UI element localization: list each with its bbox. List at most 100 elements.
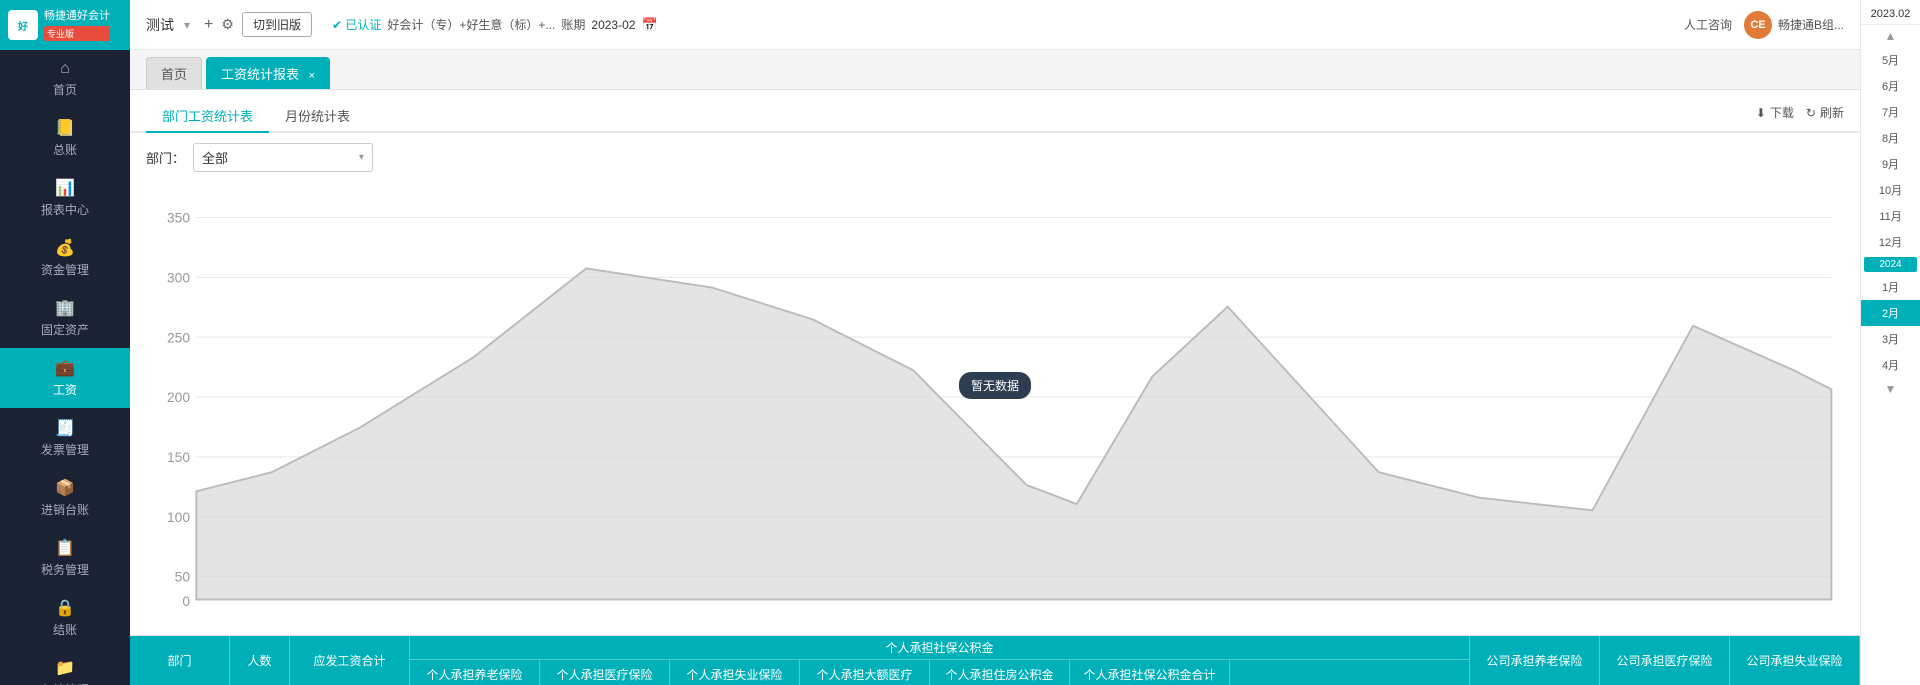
dept-filter-select[interactable]: 全部 ▾ bbox=[193, 143, 373, 172]
sub-tab-month[interactable]: 月份统计表 bbox=[269, 100, 366, 133]
settings-icon[interactable]: ⚙ bbox=[221, 16, 234, 33]
sub-tabs: 部门工资统计表 月份统计表 ⬇ 下载 ↻ 刷新 bbox=[130, 90, 1860, 133]
sidebar-item-reports[interactable]: 📊 报表中心 bbox=[0, 168, 130, 228]
date-month-9[interactable]: 9月 bbox=[1861, 151, 1920, 177]
date-down-button[interactable]: ▼ bbox=[1861, 378, 1920, 400]
th-count: 人数 bbox=[230, 636, 290, 685]
sub-tab-dept[interactable]: 部门工资统计表 bbox=[146, 100, 269, 133]
download-icon: ⬇ bbox=[1756, 106, 1766, 120]
table-header: 部门 人数 应发工资合计 个人承担社保公积金 个人承担养老保险 个人承担医疗保险 bbox=[130, 635, 1860, 685]
filter-label: 部门： bbox=[146, 148, 185, 167]
assets-icon: 🏢 bbox=[55, 298, 75, 318]
funds-icon: 💰 bbox=[55, 238, 75, 258]
sidebar-item-label: 首页 bbox=[53, 81, 77, 98]
date-month-apr[interactable]: 4月 bbox=[1861, 352, 1920, 378]
content-area: 部门工资统计表 月份统计表 ⬇ 下载 ↻ 刷新 部门： 全部 ▾ bbox=[130, 90, 1860, 685]
date-month-mar[interactable]: 3月 bbox=[1861, 326, 1920, 352]
topbar: 测试 ▾ + ⚙ 切到旧版 ✔ 已认证 好会计（专）+好生意（标）+... 账期… bbox=[130, 0, 1860, 50]
date-month-12[interactable]: 12月 bbox=[1861, 229, 1920, 255]
sidebar-item-label: 总账 bbox=[53, 141, 77, 158]
tab-close-icon[interactable]: × bbox=[309, 70, 315, 82]
sales-icon: 📦 bbox=[55, 478, 75, 498]
topbar-right: 人工咨询 CE 畅捷通B组... bbox=[1684, 11, 1844, 39]
sidebar-logo: 好 畅捷通好会计 专业版 bbox=[0, 0, 130, 50]
sidebar-item-label: 归档管理 bbox=[41, 681, 89, 685]
th-personal-unemployment: 个人承担失业保险 bbox=[670, 660, 800, 685]
sidebar-item-archive[interactable]: 📁 归档管理 bbox=[0, 648, 130, 685]
sidebar-item-label: 固定资产 bbox=[41, 321, 89, 338]
invoices-icon: 🧾 bbox=[55, 418, 75, 438]
refresh-button[interactable]: ↻ 刷新 bbox=[1806, 104, 1844, 121]
svg-text:150: 150 bbox=[167, 449, 190, 465]
date-up-button[interactable]: ▲ bbox=[1861, 25, 1920, 47]
topbar-info: ✔ 已认证 好会计（专）+好生意（标）+... 账期 2023-02 📅 bbox=[332, 16, 658, 33]
year-badge-2024: 2024 bbox=[1864, 257, 1917, 272]
closing-icon: 🔒 bbox=[55, 598, 75, 618]
th-group-title: 个人承担社保公积金 bbox=[410, 636, 1469, 660]
sidebar-item-label: 进销台账 bbox=[41, 501, 89, 518]
archive-icon: 📁 bbox=[55, 658, 75, 678]
svg-text:0: 0 bbox=[182, 593, 190, 609]
salary-icon: 💼 bbox=[55, 358, 75, 378]
logo-title: 畅捷通好会计 bbox=[44, 9, 110, 23]
tab-salary[interactable]: 工资统计报表 × bbox=[206, 57, 330, 89]
user-name: 畅捷通B组... bbox=[1778, 16, 1844, 33]
sidebar-item-label: 资金管理 bbox=[41, 261, 89, 278]
sidebar-item-funds[interactable]: 💰 资金管理 bbox=[0, 228, 130, 288]
sidebar-item-label: 发票管理 bbox=[41, 441, 89, 458]
th-company-unemployment: 公司承担失业保险 bbox=[1730, 636, 1860, 685]
download-button[interactable]: ⬇ 下载 bbox=[1756, 104, 1794, 121]
date-month-feb[interactable]: 2月 bbox=[1861, 300, 1920, 326]
chart-area: 350 300 250 200 150 100 50 0 暂无数据 bbox=[130, 182, 1860, 635]
date-month-10[interactable]: 10月 bbox=[1861, 177, 1920, 203]
filter-row: 部门： 全部 ▾ bbox=[130, 133, 1860, 182]
th-salary-total: 应发工资合计 bbox=[290, 636, 410, 685]
sidebar-item-label: 工资 bbox=[53, 381, 77, 398]
sidebar-item-invoices[interactable]: 🧾 发票管理 bbox=[0, 408, 130, 468]
right-date-panel: 2023.02 ▲ 5月 6月 7月 8月 9月 10月 11月 12月 202… bbox=[1860, 0, 1920, 685]
date-month-11[interactable]: 11月 bbox=[1861, 203, 1920, 229]
help-label[interactable]: 人工咨询 bbox=[1684, 16, 1732, 33]
sidebar-item-home[interactable]: ⌂ 首页 bbox=[0, 50, 130, 108]
old-version-button[interactable]: 切到旧版 bbox=[242, 12, 312, 37]
sidebar-item-label: 结账 bbox=[53, 621, 77, 638]
date-month-8[interactable]: 8月 bbox=[1861, 125, 1920, 151]
date-month-5[interactable]: 5月 bbox=[1861, 47, 1920, 73]
user-avatar: CE bbox=[1744, 11, 1772, 39]
sidebar-item-tax[interactable]: 📋 税务管理 bbox=[0, 528, 130, 588]
th-personal-medical: 个人承担医疗保险 bbox=[540, 660, 670, 685]
date-month-6[interactable]: 6月 bbox=[1861, 73, 1920, 99]
main-area: 测试 ▾ + ⚙ 切到旧版 ✔ 已认证 好会计（专）+好生意（标）+... 账期… bbox=[130, 0, 1860, 685]
filter-value: 全部 bbox=[202, 148, 228, 167]
th-group-personal: 个人承担社保公积金 个人承担养老保险 个人承担医疗保险 个人承担失业保险 个人承… bbox=[410, 636, 1470, 685]
add-icon[interactable]: + bbox=[204, 16, 213, 34]
refresh-icon: ↻ bbox=[1806, 106, 1816, 120]
ledger-icon: 📒 bbox=[55, 118, 75, 138]
svg-text:350: 350 bbox=[167, 209, 190, 225]
tabbar: 首页 工资统计报表 × bbox=[130, 50, 1860, 90]
date-month-7[interactable]: 7月 bbox=[1861, 99, 1920, 125]
chevron-down-icon: ▾ bbox=[359, 152, 364, 163]
sidebar-item-sales[interactable]: 📦 进销台账 bbox=[0, 468, 130, 528]
sidebar-item-salary[interactable]: 💼 工资 bbox=[0, 348, 130, 408]
sidebar-item-ledger[interactable]: 📒 总账 bbox=[0, 108, 130, 168]
th-personal-major-medical: 个人承担大额医疗 bbox=[800, 660, 930, 685]
sidebar-item-assets[interactable]: 🏢 固定资产 bbox=[0, 288, 130, 348]
th-dept: 部门 bbox=[130, 636, 230, 685]
tags-label: 好会计（专）+好生意（标）+... bbox=[387, 16, 555, 33]
topbar-arrow[interactable]: ▾ bbox=[184, 18, 190, 32]
date-month-jan[interactable]: 1月 bbox=[1861, 274, 1920, 300]
period-label: 账期 bbox=[561, 16, 585, 33]
svg-text:50: 50 bbox=[175, 569, 191, 585]
topbar-actions: + ⚙ 切到旧版 bbox=[204, 12, 312, 37]
tab-home[interactable]: 首页 bbox=[146, 57, 202, 89]
tax-icon: 📋 bbox=[55, 538, 75, 558]
sidebar-item-closing[interactable]: 🔒 结账 bbox=[0, 588, 130, 648]
calendar-icon[interactable]: 📅 bbox=[641, 17, 657, 33]
th-personal-total: 个人承担社保公积金合计 bbox=[1070, 660, 1230, 685]
salary-chart: 350 300 250 200 150 100 50 0 bbox=[146, 192, 1844, 625]
topbar-title: 测试 bbox=[146, 15, 174, 35]
svg-text:100: 100 bbox=[167, 509, 190, 525]
logo-icon: 好 bbox=[8, 10, 38, 40]
svg-text:200: 200 bbox=[167, 389, 190, 405]
